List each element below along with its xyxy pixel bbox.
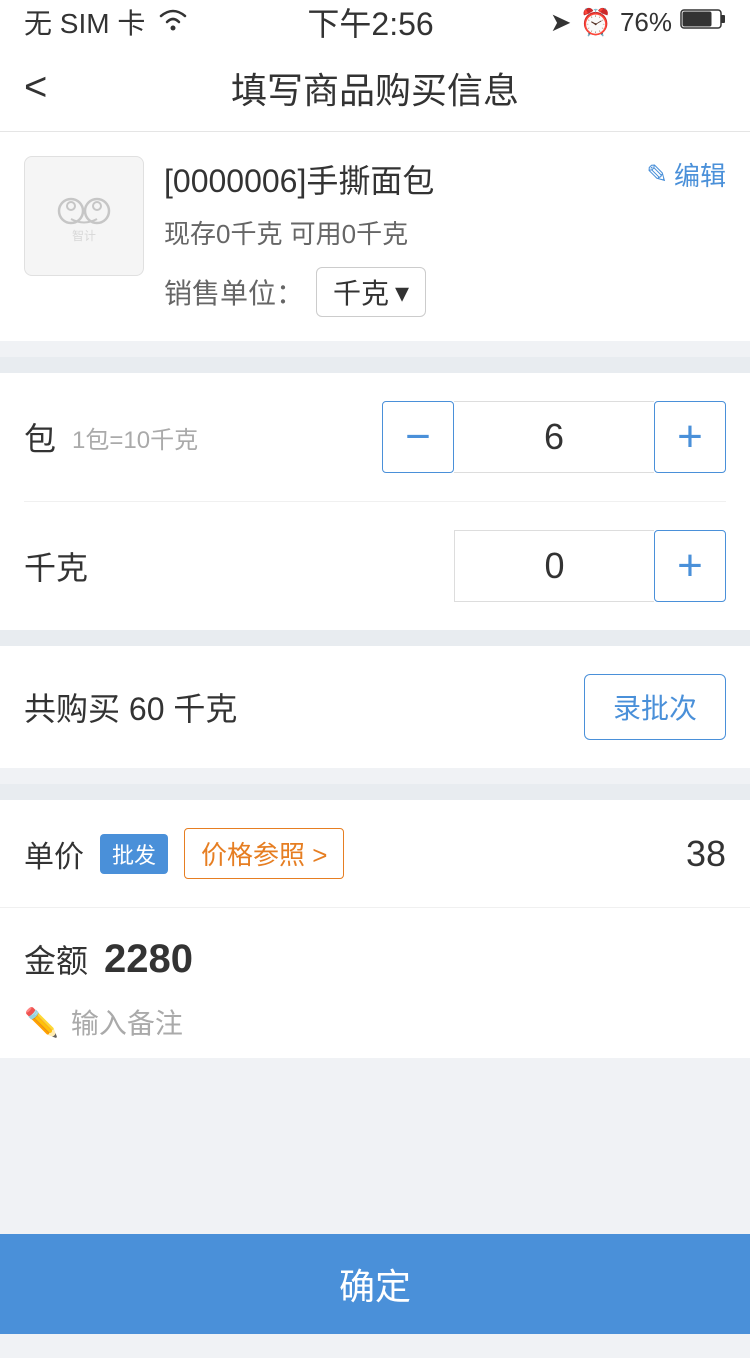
status-bar: 无 SIM 卡 下午2:56 ➤ ⏰ 76% [0, 0, 750, 44]
quantity-hint-bao: 1包=10千克 [72, 420, 198, 455]
quantity-bao-input[interactable] [454, 401, 654, 473]
quantity-row-kg: 千克 + [24, 502, 726, 630]
location-icon: ➤ [550, 7, 572, 38]
battery-text: 76% [620, 7, 672, 38]
product-info: [0000006]手撕面包 现存0千克 可用0千克 销售单位： 千克 ▾ [164, 156, 726, 317]
quantity-row-bao: 包 1包=10千克 − + [24, 373, 726, 502]
product-card: 智计 [0000006]手撕面包 现存0千克 可用0千克 销售单位： 千克 ▾ … [0, 132, 750, 341]
price-value: 38 [686, 833, 726, 875]
price-section: 单价 批发 价格参照 > 38 [0, 800, 750, 908]
quantity-control-kg: + [454, 530, 726, 602]
note-placeholder: 输入备注 [71, 1002, 183, 1042]
unit-select[interactable]: 千克 ▾ [316, 267, 426, 317]
note-row[interactable]: ✏️ 输入备注 [24, 1002, 726, 1042]
battery-icon [680, 7, 726, 38]
amount-section: 金额 2280 ✏️ 输入备注 [0, 908, 750, 1058]
product-stock: 现存0千克 可用0千克 [164, 214, 726, 251]
back-button[interactable]: < [24, 65, 47, 110]
status-right: ➤ ⏰ 76% [550, 7, 726, 38]
section-divider-2 [0, 630, 750, 646]
product-unit-row: 销售单位： 千克 ▾ [164, 267, 726, 317]
price-label: 单价 [24, 832, 84, 876]
unit-label: 销售单位： [164, 272, 304, 312]
sim-label: 无 SIM 卡 [24, 2, 145, 42]
quantity-label-kg: 千克 [24, 543, 88, 589]
amount-label: 金额 [24, 936, 88, 982]
confirm-bar[interactable]: 确定 [0, 1234, 750, 1334]
total-section: 共购买 60 千克 录批次 [0, 646, 750, 768]
page-title: 填写商品购买信息 [231, 62, 519, 114]
quantity-kg-input[interactable] [454, 530, 654, 602]
chevron-down-icon: ▾ [395, 276, 409, 309]
quantity-control-bao: − + [382, 401, 726, 473]
edit-icon: ✎ [646, 159, 668, 190]
wifi-icon [155, 6, 191, 39]
price-type-badge: 批发 [100, 834, 168, 874]
product-image: 智计 [24, 156, 144, 276]
nav-bar: < 填写商品购买信息 [0, 44, 750, 132]
price-reference-button[interactable]: 价格参照 > [184, 828, 344, 879]
quantity-section: 包 1包=10千克 − + 千克 + [0, 373, 750, 630]
status-left: 无 SIM 卡 [24, 2, 191, 42]
increase-bao-button[interactable]: + [654, 401, 726, 473]
quantity-label-bao: 包 1包=10千克 [24, 414, 198, 460]
status-time: 下午2:56 [307, 0, 433, 45]
edit-button[interactable]: ✎ 编辑 [646, 156, 726, 193]
section-divider-3 [0, 784, 750, 800]
pencil-icon: ✏️ [24, 1006, 59, 1039]
increase-kg-button[interactable]: + [654, 530, 726, 602]
batch-button[interactable]: 录批次 [584, 674, 726, 740]
total-text: 共购买 60 千克 [24, 684, 237, 730]
decrease-bao-button[interactable]: − [382, 401, 454, 473]
amount-row: 金额 2280 [24, 936, 726, 982]
alarm-icon: ⏰ [580, 7, 612, 38]
amount-value: 2280 [104, 937, 193, 982]
product-name: [0000006]手撕面包 [164, 156, 726, 202]
svg-text:智计: 智计 [72, 228, 96, 243]
confirm-button[interactable]: 确定 [339, 1258, 411, 1310]
section-divider-1 [0, 357, 750, 373]
